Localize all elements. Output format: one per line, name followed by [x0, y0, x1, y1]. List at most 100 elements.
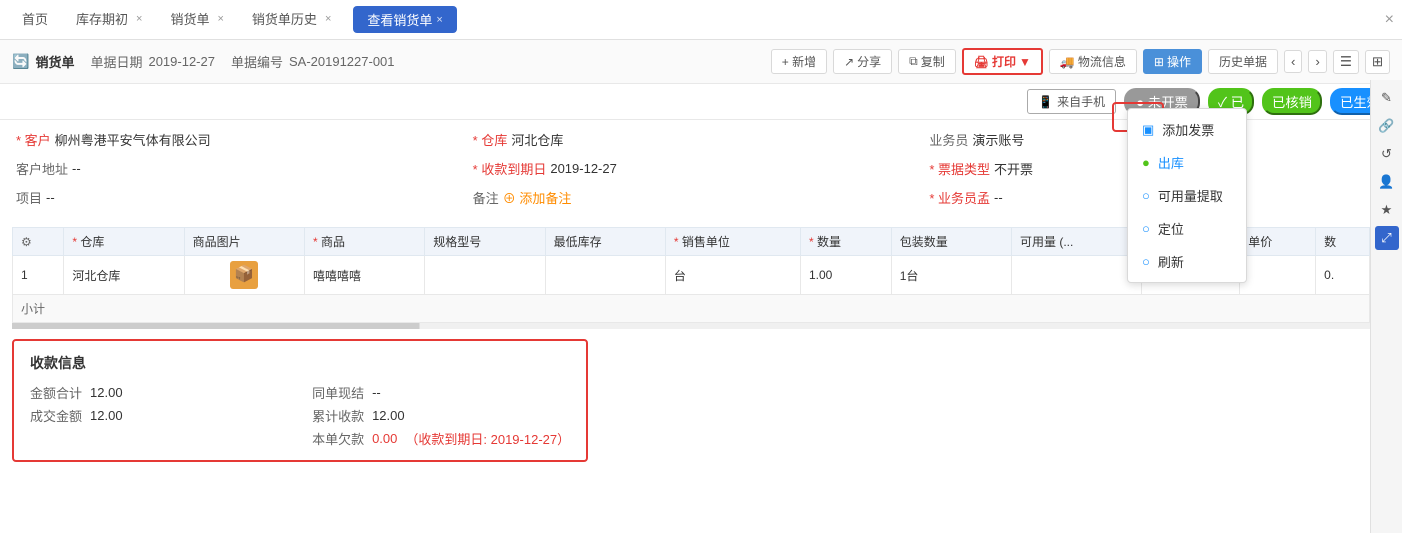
print-button[interactable]: 🖨 打印 ▼	[962, 48, 1043, 75]
share-button[interactable]: ↗ 分享	[833, 49, 892, 74]
cell-product-img: 📦	[184, 256, 304, 295]
tab-inventory-init[interactable]: 库存期初 ×	[62, 0, 156, 40]
warehouse-label: * 仓库	[473, 130, 508, 149]
col-product-img: 商品图片	[184, 228, 304, 256]
share-icon: ↗	[844, 55, 854, 69]
cell-num: 1	[13, 256, 64, 295]
cell-quantity: 1.00	[801, 256, 892, 295]
history-label: 历史单据	[1219, 53, 1267, 70]
cell-min-stock	[545, 256, 665, 295]
main-content: 🔄 销货单 单据日期 2019-12-27 单据编号 SA-20191227-0…	[0, 40, 1402, 533]
add-remark-button[interactable]: ⊕ 添加备注	[503, 188, 572, 207]
customer-field: * 客户 柳州粤港平安气体有限公司	[16, 130, 473, 149]
sidebar-user-button[interactable]: 👤	[1375, 170, 1399, 194]
sidebar-refresh-button[interactable]: ↺	[1375, 142, 1399, 166]
same-order-label: 同单现结	[312, 383, 364, 402]
remark-field: 备注 ⊕ 添加备注	[473, 188, 930, 207]
locate-icon: ○	[1142, 221, 1150, 236]
menu-available-qty[interactable]: ○ 可用量提取	[1128, 179, 1246, 212]
tab-check-sales[interactable]: 查看销货单 ×	[353, 6, 456, 33]
tab-sales-order[interactable]: 销货单 ×	[156, 0, 237, 40]
history-button[interactable]: 历史单据	[1208, 49, 1278, 74]
sidebar-link-button[interactable]: 🔗	[1375, 114, 1399, 138]
from-phone-button[interactable]: 📱 来自手机	[1027, 89, 1116, 114]
due-date-label: * 收款到期日	[473, 159, 547, 178]
due-date-value: 2019-12-27	[550, 161, 617, 176]
add-invoice-label: 添加发票	[1162, 120, 1214, 139]
operate-button[interactable]: ⊞ 操作	[1143, 49, 1202, 74]
tab-sales-history-label: 销货单历史	[252, 9, 317, 28]
close-inventory-init[interactable]: ×	[136, 13, 142, 25]
cumulative-value: 12.00	[372, 408, 405, 423]
doc-title-icon: 🔄	[12, 53, 29, 70]
menu-locate[interactable]: ○ 定位	[1128, 212, 1246, 245]
copy-button[interactable]: ⧉ 复制	[898, 49, 956, 74]
transaction-value: 12.00	[90, 408, 123, 423]
current-due-row: 本单欠款 0.00 （收款到期日: 2019-12-27）	[312, 429, 570, 448]
sidebar-star-button[interactable]: ★	[1375, 198, 1399, 222]
add-invoice-icon: ▣	[1142, 122, 1154, 138]
total-amount-label: 金额合计	[30, 383, 82, 402]
date-value: 2019-12-27	[148, 54, 215, 69]
add-icon: ⊕	[503, 191, 516, 206]
tab-sales-history[interactable]: 销货单历史 ×	[238, 0, 345, 40]
copy-label: 复制	[921, 53, 945, 70]
close-sales-history[interactable]: ×	[325, 13, 331, 25]
gear-icon[interactable]: ⚙	[21, 235, 32, 249]
customer-label: * 客户	[16, 130, 51, 149]
canceled-button[interactable]: 已核销	[1262, 88, 1322, 115]
warehouse-value: 河北仓库	[511, 130, 563, 149]
total-amount-row: 金额合计 12.00	[30, 383, 288, 402]
menu-add-invoice[interactable]: ▣ 添加发票	[1128, 113, 1246, 146]
close-check-sales[interactable]: ×	[436, 14, 442, 26]
staff-label: 业务员	[929, 130, 968, 149]
copy-icon: ⧉	[909, 54, 918, 69]
address-field: 客户地址 --	[16, 159, 473, 178]
grid-view-button[interactable]: ⊞	[1365, 50, 1390, 74]
refresh-label: 刷新	[1158, 252, 1184, 271]
cell-warehouse: 河北仓库	[64, 256, 184, 295]
new-button[interactable]: + 新增	[771, 49, 827, 74]
next-button[interactable]: ›	[1308, 50, 1326, 73]
menu-ship-out[interactable]: ● 出库	[1128, 146, 1246, 179]
payment-grid: 金额合计 12.00 同单现结 -- 成交金额 12.00 累计收款 12.00…	[30, 383, 570, 448]
col-available: 可用量 (...	[1012, 228, 1142, 256]
sidebar-edit-button[interactable]: ✎	[1375, 86, 1399, 110]
tab-sales-order-label: 销货单	[170, 9, 209, 28]
close-sales-order[interactable]: ×	[217, 13, 223, 25]
logistics-icon: 🚚	[1060, 55, 1075, 69]
cell-available	[1012, 256, 1142, 295]
table-scrollbar[interactable]	[12, 323, 1370, 329]
col-quantity: * 数量	[801, 228, 892, 256]
col-amount: 数	[1316, 228, 1370, 256]
window-close-button[interactable]: ×	[1385, 11, 1394, 29]
doc-title: 🔄 销货单	[12, 52, 74, 71]
logistics-button[interactable]: 🚚 物流信息	[1049, 49, 1137, 74]
canceled-label: 已核销	[1272, 95, 1312, 110]
doc-actions: + 新增 ↗ 分享 ⧉ 复制 🖨 打印 ▼ 🚚 物流信息 ⊞ 操作	[771, 48, 1390, 75]
number-value: SA-20191227-001	[289, 54, 395, 69]
subtotal-label: 小计	[13, 295, 1370, 323]
cell-sales-unit: 台	[665, 256, 800, 295]
ticket-type-value: 不开票	[994, 159, 1033, 178]
cumulative-row: 累计收款 12.00	[312, 406, 570, 425]
same-order-row: 同单现结 --	[312, 383, 570, 402]
due-date-hint: （收款到期日: 2019-12-27）	[405, 429, 570, 448]
from-phone-label: 来自手机	[1057, 93, 1105, 110]
project-value: --	[46, 190, 55, 205]
remark-label: 备注	[473, 188, 499, 207]
col-min-stock: 最低库存	[545, 228, 665, 256]
due-date-field: * 收款到期日 2019-12-27	[473, 159, 930, 178]
cell-amount: 0.	[1316, 256, 1370, 295]
ticket-type-label: * 票据类型	[929, 159, 990, 178]
sidebar-expand-button[interactable]: ⤢	[1375, 226, 1399, 250]
menu-refresh[interactable]: ○ 刷新	[1128, 245, 1246, 278]
customer-value: 柳州粤港平安气体有限公司	[55, 130, 211, 149]
print-dropdown-arrow: ▼	[1019, 55, 1031, 69]
doc-date-field: 单据日期 2019-12-27	[90, 52, 215, 71]
prev-button[interactable]: ‹	[1284, 50, 1302, 73]
tab-home[interactable]: 首页	[8, 0, 62, 40]
address-value: --	[72, 161, 81, 176]
list-view-button[interactable]: ☰	[1333, 50, 1359, 74]
print-icon: 🖨	[974, 55, 989, 69]
